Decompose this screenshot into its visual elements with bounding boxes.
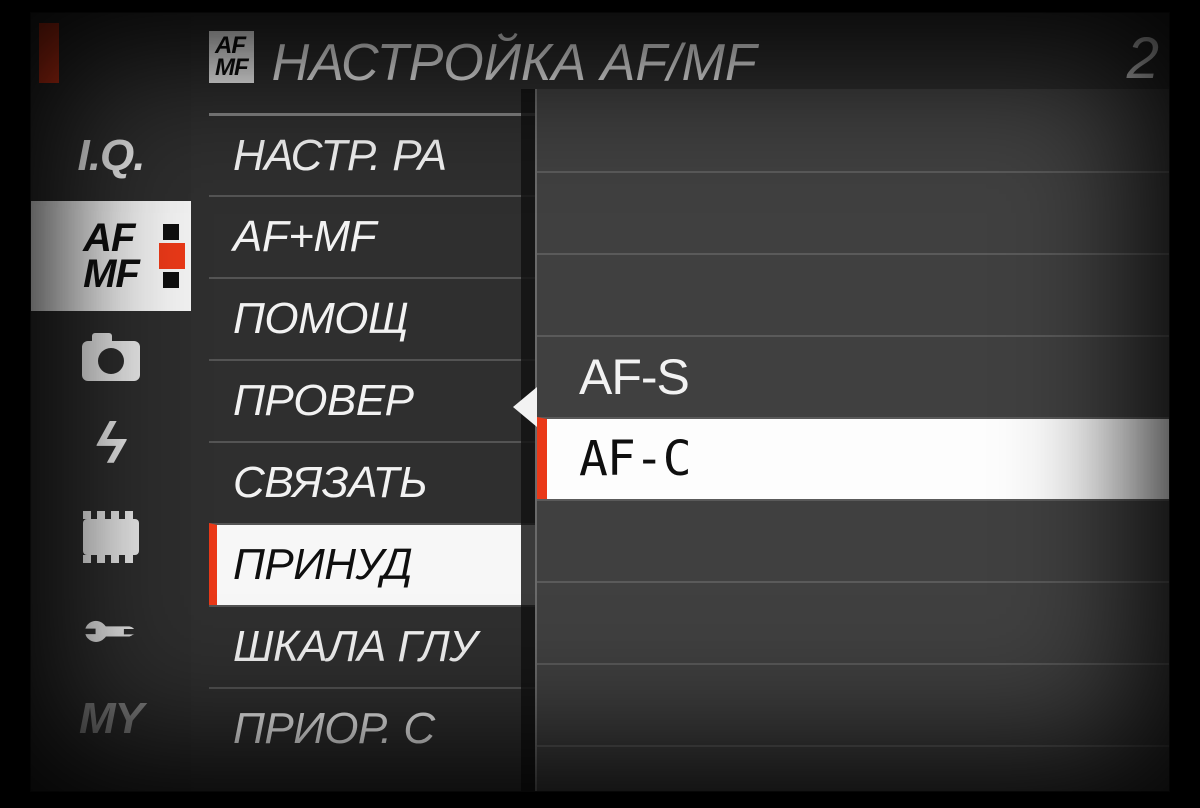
- camera-icon: [82, 341, 140, 381]
- option-popup: AF-S AF-C: [535, 89, 1169, 791]
- menu-item-0-label: НАСТР. РА: [233, 131, 447, 181]
- popup-row-blank-5: [537, 663, 1169, 745]
- category-sidebar: I.Q. AF MF ϟ MY: [31, 13, 191, 791]
- tab-flash[interactable]: ϟ: [31, 401, 191, 497]
- popup-row-blank-2: [537, 253, 1169, 335]
- afmf-dot-top: [163, 224, 179, 240]
- tab-iq-label: I.Q.: [78, 131, 145, 181]
- tab-af-mf[interactable]: AF MF: [31, 201, 191, 311]
- afmf-mf-label: MF: [83, 256, 139, 292]
- tab-setup[interactable]: [31, 577, 191, 673]
- flash-icon: ϟ: [96, 410, 127, 477]
- popup-row-blank-1: [537, 171, 1169, 253]
- popup-option-0[interactable]: AF-S: [537, 335, 1169, 417]
- popup-row-blank-0: [537, 89, 1169, 171]
- menu-item-6-label: ШКАЛА ГЛУ: [233, 622, 477, 672]
- afmf-dot-bottom: [163, 272, 179, 288]
- wrench-icon: [84, 598, 138, 652]
- page-title: НАСТРОЙКА АF/МF: [272, 33, 757, 93]
- menu-item-5-label: ПРИНУД: [233, 540, 412, 590]
- popup-row-blank-4: [537, 581, 1169, 663]
- popup-row-blank-6: [537, 745, 1169, 792]
- tab-my-menu[interactable]: MY: [31, 671, 191, 767]
- page-number: 2: [1127, 25, 1159, 92]
- menu-item-2-label: ПОМОЩ: [233, 294, 408, 344]
- movie-icon: [83, 519, 139, 555]
- menu-item-1-label: AF+MF: [233, 212, 376, 262]
- popup-row-blank-3: [537, 499, 1169, 581]
- tab-image-quality[interactable]: I.Q.: [31, 108, 191, 204]
- left-arrow-icon: [513, 387, 537, 427]
- menu-item-3-label: ПРОВЕР: [233, 376, 414, 426]
- popup-option-1[interactable]: AF-C: [537, 417, 1169, 499]
- afmf-icon: AF MF: [83, 220, 139, 292]
- menu-item-4-label: СВЯЗАТЬ: [233, 458, 427, 508]
- popup-option-0-label: AF-S: [579, 348, 689, 406]
- sidebar-top-marker: [39, 23, 59, 83]
- tab-my-label: MY: [79, 694, 143, 744]
- tab-movie[interactable]: [31, 489, 191, 585]
- camera-menu-screen: I.Q. AF MF ϟ MY: [30, 12, 1170, 792]
- menu-item-7-label: ПРИОР. С: [233, 704, 435, 754]
- tab-shooting[interactable]: [31, 313, 191, 409]
- header-afmf-icon: AF MF: [209, 31, 254, 82]
- popup-option-1-label: AF-C: [579, 431, 691, 487]
- afmf-red-indicator: [159, 243, 185, 269]
- header-icon-mf: MF: [215, 54, 248, 81]
- afmf-af-label: AF: [83, 220, 139, 256]
